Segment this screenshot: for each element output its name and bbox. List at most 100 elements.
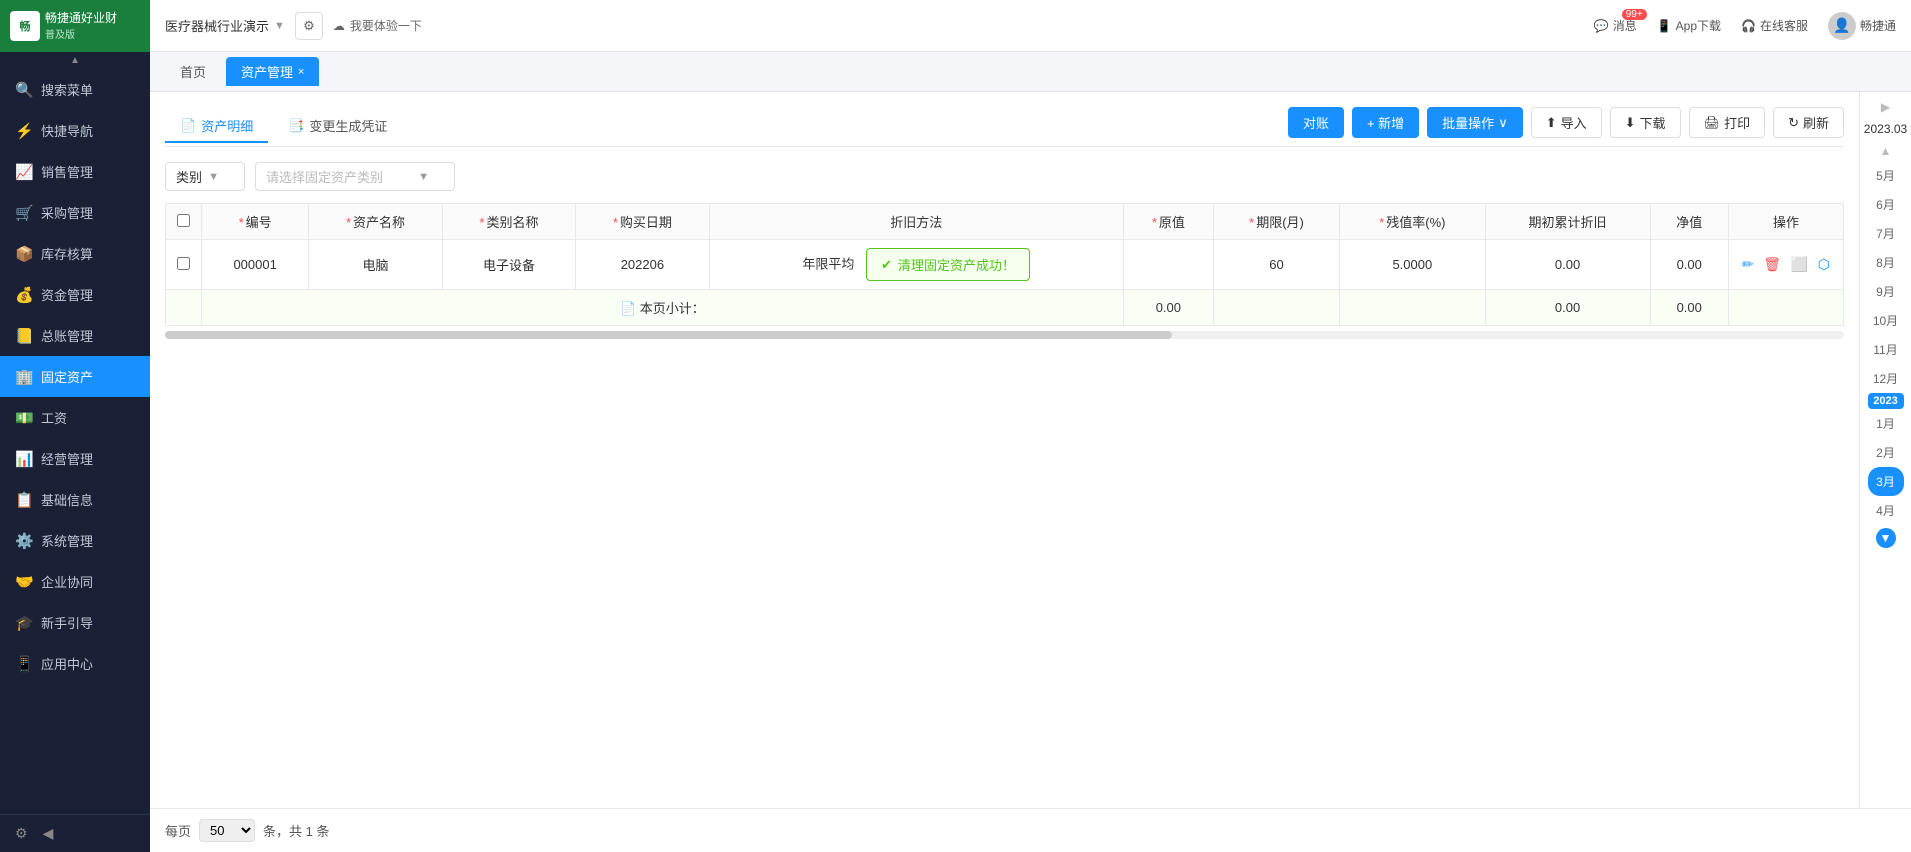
row-checkbox[interactable]	[177, 257, 190, 270]
tab-asset-management-label: 资产管理	[241, 62, 293, 81]
right-panel-header: 2023.03	[1864, 117, 1907, 141]
app-center-icon: 📱	[15, 655, 33, 673]
tab-home[interactable]: 首页	[165, 57, 221, 86]
sidebar-scroll-up[interactable]: ▲	[0, 52, 150, 69]
copy-icon[interactable]: ⬜	[1791, 256, 1808, 272]
timeline-3-month-active[interactable]: 3月	[1868, 467, 1904, 496]
sidebar-item-basic-info[interactable]: 📋 基础信息	[0, 479, 150, 520]
tab-close-icon[interactable]: ×	[298, 66, 304, 78]
import-button[interactable]: ⬆ 导入	[1531, 107, 1602, 138]
sidebar-item-business[interactable]: 📊 经营管理	[0, 438, 150, 479]
th-category: *类别名称	[442, 204, 575, 240]
edit-icon[interactable]: ✏	[1742, 256, 1754, 272]
online-service-button[interactable]: 🎧 在线客服	[1741, 17, 1808, 34]
per-page-select[interactable]: 50 20 100	[199, 819, 255, 842]
timeline-2-month[interactable]: 2月	[1860, 438, 1911, 467]
sidebar-item-guide[interactable]: 🎓 新手引导	[0, 602, 150, 643]
select-all-checkbox[interactable]	[177, 214, 190, 227]
refresh-button[interactable]: ↻ 刷新	[1773, 107, 1844, 138]
timeline-11-month[interactable]: 11月	[1860, 335, 1911, 364]
row-code: 000001	[202, 240, 309, 290]
salary-icon: 💵	[15, 409, 33, 427]
reconcile-button[interactable]: 对账	[1288, 107, 1344, 138]
sidebar-item-general-ledger[interactable]: 📒 总账管理	[0, 315, 150, 356]
right-panel-up-icon[interactable]: ▲	[1877, 141, 1895, 161]
more-icon[interactable]: ⬡	[1818, 256, 1830, 272]
sub-tab-asset-detail[interactable]: 📄 资产明细	[165, 110, 268, 143]
sidebar-item-salary[interactable]: 💵 工资	[0, 397, 150, 438]
logo: 畅 畅捷通好业财 普及版	[0, 0, 150, 52]
sidebar-item-search[interactable]: 🔍 搜索菜单	[0, 69, 150, 110]
sidebar-item-quick-nav[interactable]: ⚡ 快捷导航	[0, 110, 150, 151]
timeline-7-month[interactable]: 7月	[1860, 219, 1911, 248]
th-original-value: *原值	[1123, 204, 1213, 240]
sidebar-item-label: 资金管理	[41, 285, 93, 304]
sidebar-item-label: 工资	[41, 408, 67, 427]
inventory-icon: 📦	[15, 245, 33, 263]
th-initial-accumulated: 期初累计折旧	[1485, 204, 1650, 240]
collapse-icon[interactable]: ◀	[43, 825, 54, 842]
toast-message: 清理固定资产成功！	[898, 255, 1015, 274]
message-button[interactable]: 💬 消息 99+	[1594, 17, 1637, 34]
row-checkbox-cell	[166, 240, 202, 290]
sidebar-item-funds[interactable]: 💰 资金管理	[0, 274, 150, 315]
right-panel-collapse-icon[interactable]: ▶	[1878, 97, 1893, 117]
logo-text: 畅捷通好业财	[45, 11, 117, 27]
delete-icon[interactable]: 🗑	[1763, 256, 1781, 272]
th-period: *期限(月)	[1213, 204, 1339, 240]
refresh-label: 刷新	[1803, 113, 1829, 132]
sidebar-nav: 🔍 搜索菜单 ⚡ 快捷导航 📈 销售管理 🛒 采购管理 📦 库存核算 💰 资金管…	[0, 69, 150, 814]
sidebar-item-label: 总账管理	[41, 326, 93, 345]
company-name: 医疗器械行业演示	[165, 16, 269, 35]
batch-ops-button[interactable]: 批量操作 ∨	[1427, 107, 1523, 138]
system-icon: ⚙️	[15, 532, 33, 550]
sidebar-item-label: 经营管理	[41, 449, 93, 468]
filter-row: 类别 ▼ 请选择固定资产类别 ▼	[165, 162, 1844, 191]
settings-bottom-icon[interactable]: ⚙	[15, 825, 28, 842]
sub-tab-voucher-gen-label: 变更生成凭证	[309, 116, 387, 135]
sidebar-item-sales[interactable]: 📈 销售管理	[0, 151, 150, 192]
tab-asset-management[interactable]: 资产管理 ×	[226, 57, 319, 86]
sidebar-item-enterprise[interactable]: 🤝 企业协同	[0, 561, 150, 602]
row-net-value: 0.00	[1650, 240, 1728, 290]
timeline-4-month[interactable]: 4月	[1860, 496, 1911, 525]
scrollbar-thumb[interactable]	[165, 331, 1172, 339]
search-icon: 🔍	[15, 81, 33, 99]
horizontal-scrollbar[interactable]	[165, 331, 1844, 339]
row-purchase-date: 202206	[576, 240, 709, 290]
category-filter-type[interactable]: 类别 ▼	[165, 162, 245, 191]
timeline-5-month[interactable]: 5月	[1860, 161, 1911, 190]
new-button[interactable]: + 新增	[1352, 107, 1419, 138]
subtotal-label-cell: 📄 本页小计：	[202, 290, 1124, 326]
right-panel-down-icon[interactable]: ▼	[1876, 528, 1896, 548]
message-icon: 💬	[1594, 19, 1609, 33]
sidebar-item-fixed-assets[interactable]: 🏢 固定资产	[0, 356, 150, 397]
experience-button[interactable]: ☁ 我要体验一下	[333, 17, 422, 34]
settings-button[interactable]: ⚙	[295, 12, 323, 40]
company-selector[interactable]: 医疗器械行业演示 ▼	[165, 16, 285, 35]
toast-check-icon: ✔	[881, 257, 892, 273]
sidebar-item-label: 销售管理	[41, 162, 93, 181]
subtotal-label: 本页小计：	[640, 301, 705, 316]
sub-tab-voucher-gen[interactable]: 📑 变更生成凭证	[273, 110, 402, 143]
user-area[interactable]: 👤 畅捷通	[1828, 12, 1896, 40]
sidebar-item-purchase[interactable]: 🛒 采购管理	[0, 192, 150, 233]
app-download-button[interactable]: 📱 App下载	[1657, 17, 1721, 34]
sidebar-item-app-center[interactable]: 📱 应用中心	[0, 643, 150, 684]
table-header-row: *编号 *资产名称 *类别名称 *购买日期 折旧方法 *原值 *期限(月) *残…	[166, 204, 1844, 240]
timeline-12-month[interactable]: 12月	[1860, 364, 1911, 393]
timeline-6-month[interactable]: 6月	[1860, 190, 1911, 219]
timeline-1-month[interactable]: 1月	[1860, 409, 1911, 438]
timeline-8-month[interactable]: 8月	[1860, 248, 1911, 277]
print-button[interactable]: 🖨 打印	[1689, 107, 1766, 138]
download-button[interactable]: ⬇ 下载	[1610, 107, 1681, 138]
username: 畅捷通	[1860, 17, 1896, 34]
topbar: 医疗器械行业演示 ▼ ⚙ ☁ 我要体验一下 💬 消息 99+ 📱 App下载 🎧…	[150, 0, 1911, 52]
category-type-arrow-icon: ▼	[208, 171, 219, 183]
timeline-9-month[interactable]: 9月	[1860, 277, 1911, 306]
timeline-10-month[interactable]: 10月	[1860, 306, 1911, 335]
sidebar-item-system[interactable]: ⚙️ 系统管理	[0, 520, 150, 561]
download-icon: ⬇	[1625, 115, 1636, 131]
category-filter-value[interactable]: 请选择固定资产类别 ▼	[255, 162, 455, 191]
sidebar-item-inventory[interactable]: 📦 库存核算	[0, 233, 150, 274]
